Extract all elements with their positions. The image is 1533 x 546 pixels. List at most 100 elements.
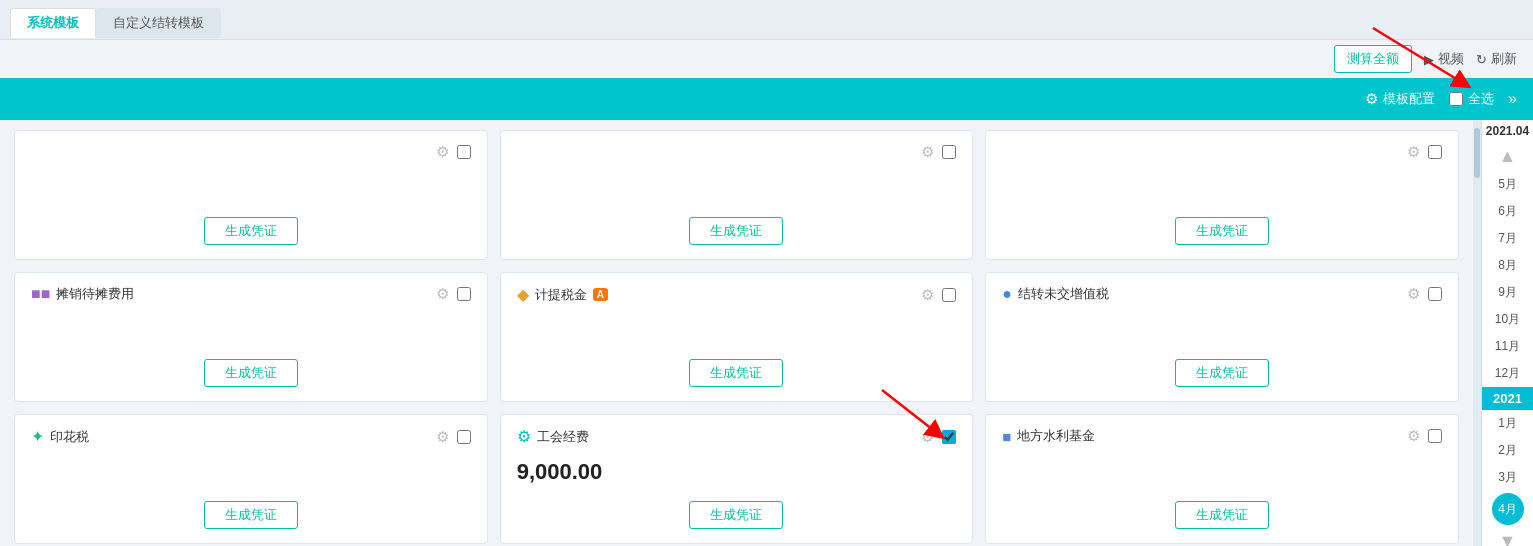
preview-amount-button[interactable]: 测算全额	[1334, 45, 1412, 73]
card-0-footer: 生成凭证	[31, 213, 471, 245]
card-jitishuijin-checkbox[interactable]	[942, 288, 956, 302]
sidebar-months-2020: 5月 6月 7月 8月 9月 10月 11月 12月	[1482, 171, 1533, 387]
card-jitishuijin-gear-icon[interactable]: ⚙	[921, 286, 934, 304]
card-tanxiao-checkbox[interactable]	[457, 287, 471, 301]
tabs-bar: 系统模板 自定义结转模板	[0, 0, 1533, 40]
scrollbar-thumb[interactable]	[1474, 128, 1480, 178]
card-jiezhuan-body	[1002, 311, 1442, 347]
card-2-body	[1002, 169, 1442, 205]
sidebar-month-10[interactable]: 10月	[1482, 306, 1533, 333]
sidebar-month-5[interactable]: 5月	[1482, 171, 1533, 198]
sidebar-month-4-active[interactable]: 4月	[1492, 493, 1524, 525]
card-jiezhuan-footer: 生成凭证	[1002, 355, 1442, 387]
sidebar-month-12[interactable]: 12月	[1482, 360, 1533, 387]
card-2-gear-icon[interactable]: ⚙	[1407, 143, 1420, 161]
sidebar-year-2021[interactable]: 2021	[1482, 387, 1533, 410]
sidebar-month-8[interactable]: 8月	[1482, 252, 1533, 279]
card-jitishuijin-footer: 生成凭证	[517, 355, 957, 387]
sidebar-month-1[interactable]: 1月	[1482, 410, 1533, 437]
card-jitishuijin: ◆ 计提税金 A ⚙ 生成凭证	[500, 272, 974, 402]
card-tanxiao-footer: 生成凭证	[31, 355, 471, 387]
card-gonghui-generate-button[interactable]: 生成凭证	[689, 501, 783, 529]
card-dishui-icon: ■	[1002, 428, 1011, 445]
card-gonghui-body: 9,000.00	[517, 454, 957, 489]
card-1-header: ⚙	[517, 143, 957, 161]
video-button[interactable]: ▶ 视频	[1424, 50, 1464, 68]
refresh-button[interactable]: ↻ 刷新	[1476, 50, 1517, 68]
card-1-generate-button[interactable]: 生成凭证	[689, 217, 783, 245]
card-tanxiao-actions: ⚙	[436, 285, 471, 303]
expand-arrow-icon[interactable]: »	[1508, 90, 1517, 108]
card-grid: ⚙ 生成凭证 ⚙ 生成	[0, 120, 1473, 546]
card-tanxiao-header: ■■ 摊销待摊费用 ⚙	[31, 285, 471, 303]
card-2: ⚙ 生成凭证	[985, 130, 1459, 260]
card-gonghui-gear-icon[interactable]: ⚙	[921, 428, 934, 446]
sidebar-month-6[interactable]: 6月	[1482, 198, 1533, 225]
card-yinhuashui-generate-button[interactable]: 生成凭证	[204, 501, 298, 529]
card-jitishuijin-title: ◆ 计提税金 A	[517, 285, 608, 304]
header-bar: ⚙ 模板配置 全选 »	[0, 78, 1533, 120]
card-tanxiao-icon: ■■	[31, 285, 50, 303]
config-icon: ⚙	[1365, 90, 1378, 108]
right-sidebar: 2021.04 ▲ 5月 6月 7月 8月 9月 10月 11月 12月 202…	[1481, 120, 1533, 546]
tab-custom[interactable]: 自定义结转模板	[96, 8, 221, 38]
card-jiezhuan-checkbox[interactable]	[1428, 287, 1442, 301]
sidebar-year-header: 2021.04	[1482, 120, 1533, 142]
card-jitishuijin-badge: A	[593, 288, 608, 301]
card-1-checkbox[interactable]	[942, 145, 956, 159]
tab-system[interactable]: 系统模板	[10, 8, 96, 38]
card-gonghui-header: ⚙ 工会经费 ⚙	[517, 427, 957, 446]
app-container: 系统模板 自定义结转模板 测算全额 ▶ 视频 ↻ 刷新 ⚙ 模板配置	[0, 0, 1533, 546]
card-jiezhuan-header: ● 结转未交增值税 ⚙	[1002, 285, 1442, 303]
card-jitishuijin-generate-button[interactable]: 生成凭证	[689, 359, 783, 387]
card-2-footer: 生成凭证	[1002, 213, 1442, 245]
card-1-footer: 生成凭证	[517, 213, 957, 245]
card-yinhuashui: ✦ 印花税 ⚙ 生成凭证	[14, 414, 488, 544]
card-jitishuijin-header: ◆ 计提税金 A ⚙	[517, 285, 957, 304]
card-0-generate-button[interactable]: 生成凭证	[204, 217, 298, 245]
sidebar-month-3[interactable]: 3月	[1482, 464, 1533, 491]
card-tanxiao-generate-button[interactable]: 生成凭证	[204, 359, 298, 387]
sidebar-month-9[interactable]: 9月	[1482, 279, 1533, 306]
card-jiezhuan-generate-button[interactable]: 生成凭证	[1175, 359, 1269, 387]
sidebar-month-11[interactable]: 11月	[1482, 333, 1533, 360]
sidebar-up-arrow[interactable]: ▲	[1482, 142, 1533, 171]
toolbar: 测算全额 ▶ 视频 ↻ 刷新	[0, 40, 1533, 78]
scrollbar-track[interactable]	[1473, 120, 1481, 546]
card-0-header: ⚙	[31, 143, 471, 161]
card-gonghui-title: ⚙ 工会经费	[517, 427, 589, 446]
card-gonghui-icon: ⚙	[517, 427, 531, 446]
card-2-actions: ⚙	[1407, 143, 1442, 161]
card-dishui: ■ 地方水利基金 ⚙ 生成凭证	[985, 414, 1459, 544]
card-1: ⚙ 生成凭证	[500, 130, 974, 260]
card-0: ⚙ 生成凭证	[14, 130, 488, 260]
card-gonghui-amount: 9,000.00	[517, 459, 603, 485]
card-dishui-body	[1002, 453, 1442, 489]
card-yinhuashui-gear-icon[interactable]: ⚙	[436, 428, 449, 446]
card-gonghui-checkbox[interactable]	[942, 430, 956, 444]
card-jiezhuan-title: ● 结转未交增值税	[1002, 285, 1109, 303]
card-dishui-gear-icon[interactable]: ⚙	[1407, 427, 1420, 445]
sidebar-month-7[interactable]: 7月	[1482, 225, 1533, 252]
card-2-checkbox[interactable]	[1428, 145, 1442, 159]
card-jiezhuan-gear-icon[interactable]: ⚙	[1407, 285, 1420, 303]
card-tanxiao-title: ■■ 摊销待摊费用	[31, 285, 134, 303]
card-yinhuashui-actions: ⚙	[436, 428, 471, 446]
card-0-gear-icon[interactable]: ⚙	[436, 143, 449, 161]
card-yinhuashui-checkbox[interactable]	[457, 430, 471, 444]
card-tanxiao-gear-icon[interactable]: ⚙	[436, 285, 449, 303]
sidebar-year-label: 2021.04	[1486, 124, 1529, 138]
sidebar-down-arrow[interactable]: ▼	[1482, 527, 1533, 546]
select-all-checkbox[interactable]	[1449, 92, 1463, 106]
card-dishui-generate-button[interactable]: 生成凭证	[1175, 501, 1269, 529]
select-all-label: 全选	[1449, 90, 1494, 108]
sidebar-month-2[interactable]: 2月	[1482, 437, 1533, 464]
card-dishui-header: ■ 地方水利基金 ⚙	[1002, 427, 1442, 445]
card-2-generate-button[interactable]: 生成凭证	[1175, 217, 1269, 245]
card-yinhuashui-body	[31, 454, 471, 489]
card-0-checkbox[interactable]	[457, 145, 471, 159]
template-config-button[interactable]: ⚙ 模板配置	[1365, 90, 1435, 108]
card-yinhuashui-title: ✦ 印花税	[31, 427, 89, 446]
card-dishui-checkbox[interactable]	[1428, 429, 1442, 443]
card-1-gear-icon[interactable]: ⚙	[921, 143, 934, 161]
